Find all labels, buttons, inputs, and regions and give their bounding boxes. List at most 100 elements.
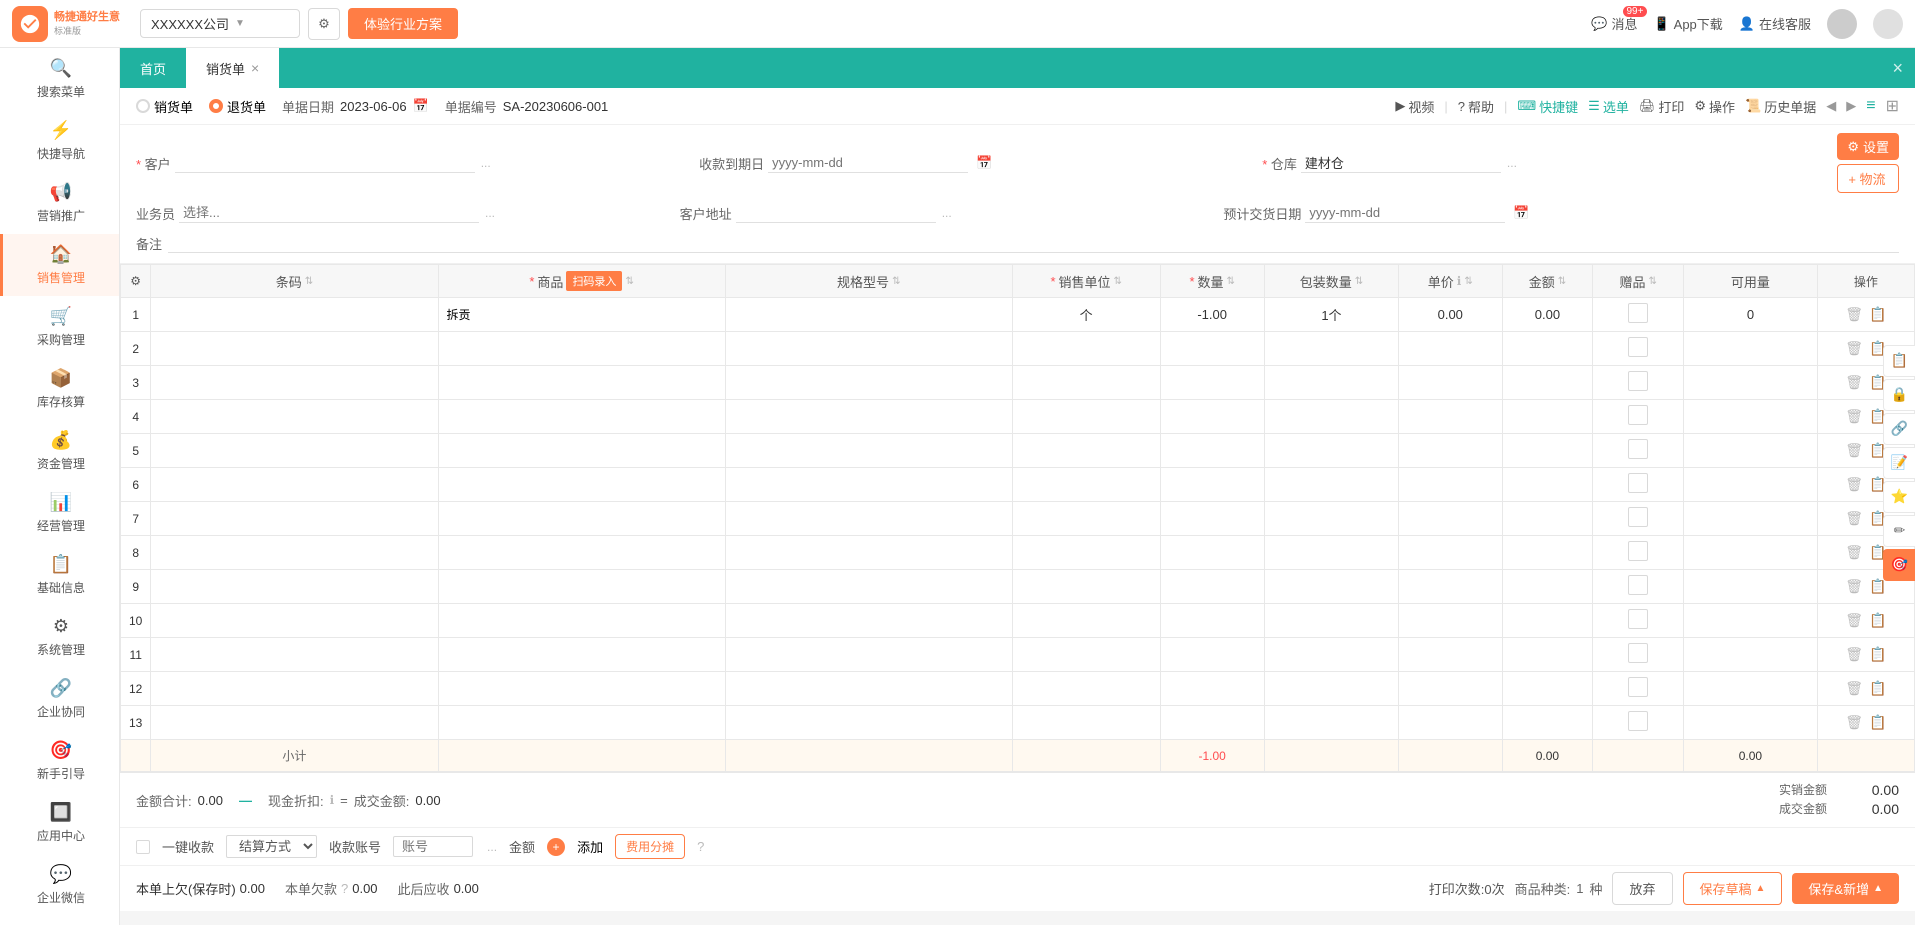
spec-input[interactable]: [734, 444, 1004, 458]
product-input[interactable]: [447, 682, 717, 696]
cell-barcode[interactable]: [151, 536, 438, 570]
grid-view-icon[interactable]: ⊞: [1886, 96, 1899, 116]
cell-spec[interactable]: [725, 672, 1012, 706]
account-dots[interactable]: ...: [487, 840, 497, 854]
cell-quantity[interactable]: [1160, 638, 1264, 672]
cell-spec[interactable]: [725, 502, 1012, 536]
delete-icon[interactable]: 🗑: [1845, 340, 1863, 357]
barcode-input[interactable]: [159, 444, 429, 458]
cell-product[interactable]: [438, 706, 725, 740]
warehouse-input[interactable]: [1301, 153, 1501, 173]
cell-barcode[interactable]: [151, 434, 438, 468]
cell-amount[interactable]: [1502, 672, 1593, 706]
delete-icon[interactable]: 🗑: [1845, 442, 1863, 459]
scan-btn[interactable]: 扫码录入: [566, 271, 622, 291]
gift-checkbox[interactable]: [1628, 337, 1648, 357]
tab-close-all-icon[interactable]: ×: [1892, 58, 1903, 79]
cell-amount[interactable]: [1502, 332, 1593, 366]
online-service-btn[interactable]: 👤 在线客服: [1739, 14, 1811, 33]
cell-amount[interactable]: [1502, 536, 1593, 570]
cell-gift[interactable]: [1593, 332, 1684, 366]
cell-unit[interactable]: [1012, 502, 1160, 536]
radio-return-order[interactable]: 退货单: [209, 97, 266, 116]
delete-icon[interactable]: 🗑: [1845, 646, 1863, 663]
expense-question-icon[interactable]: ?: [697, 839, 704, 854]
cell-product[interactable]: [438, 434, 725, 468]
copy-icon[interactable]: 📋: [1869, 714, 1886, 731]
gift-checkbox[interactable]: [1628, 711, 1648, 731]
cell-unit[interactable]: [1012, 332, 1160, 366]
salesperson-input[interactable]: [179, 203, 479, 223]
barcode-input[interactable]: [159, 308, 429, 322]
barcode-input[interactable]: [159, 614, 429, 628]
cell-quantity[interactable]: [1160, 400, 1264, 434]
cell-spec[interactable]: [725, 400, 1012, 434]
copy-icon[interactable]: 📋: [1869, 646, 1886, 663]
cell-unit[interactable]: [1012, 672, 1160, 706]
cell-barcode[interactable]: [151, 366, 438, 400]
cell-pack-qty[interactable]: [1264, 706, 1398, 740]
product-input[interactable]: [447, 614, 717, 628]
delete-icon[interactable]: 🗑: [1845, 306, 1863, 323]
barcode-input[interactable]: [159, 716, 429, 730]
delete-icon[interactable]: 🗑: [1845, 714, 1863, 731]
cell-unit[interactable]: [1012, 366, 1160, 400]
product-input[interactable]: [447, 342, 717, 356]
tab-home[interactable]: 首页: [120, 48, 186, 88]
cell-barcode[interactable]: [151, 604, 438, 638]
sidebar-item-wechat[interactable]: 💬 企业微信: [0, 854, 119, 916]
gift-checkbox[interactable]: [1628, 677, 1648, 697]
barcode-input[interactable]: [159, 410, 429, 424]
barcode-input[interactable]: [159, 682, 429, 696]
gift-checkbox[interactable]: [1628, 643, 1648, 663]
toolbar-select-btn[interactable]: ☰ 选单: [1588, 97, 1629, 116]
cell-product[interactable]: [438, 366, 725, 400]
cell-unit-price[interactable]: [1399, 672, 1502, 706]
date-calendar-icon[interactable]: 📅: [413, 98, 429, 114]
sort-spec-icon[interactable]: ⇅: [892, 276, 900, 287]
cell-gift[interactable]: [1593, 400, 1684, 434]
cell-quantity[interactable]: [1160, 536, 1264, 570]
cell-product[interactable]: [438, 536, 725, 570]
sidebar-item-member[interactable]: 👑 畅会员: [0, 916, 119, 925]
delete-icon[interactable]: 🗑: [1845, 510, 1863, 527]
spec-input[interactable]: [734, 410, 1004, 424]
cell-unit[interactable]: [1012, 604, 1160, 638]
cell-amount[interactable]: [1502, 570, 1593, 604]
cell-barcode[interactable]: [151, 468, 438, 502]
cell-pack-qty[interactable]: [1264, 400, 1398, 434]
cell-unit-price[interactable]: [1399, 400, 1502, 434]
cell-product[interactable]: [438, 502, 725, 536]
cell-unit-price[interactable]: [1399, 570, 1502, 604]
cell-amount[interactable]: [1502, 468, 1593, 502]
toolbar-video-btn[interactable]: ▶ 视频: [1395, 97, 1434, 116]
cell-unit[interactable]: 个: [1012, 298, 1160, 332]
cell-quantity[interactable]: -1.00: [1160, 298, 1264, 332]
sidebar-item-finance[interactable]: 💰 资金管理: [0, 420, 119, 482]
note-input[interactable]: [168, 233, 1899, 253]
cell-spec[interactable]: [725, 604, 1012, 638]
rfloat-btn-2[interactable]: 🔒: [1883, 379, 1915, 411]
cell-spec[interactable]: [725, 298, 1012, 332]
toolbar-shortcut-btn[interactable]: ⌨ 快捷键: [1517, 97, 1578, 116]
cell-unit-price[interactable]: [1399, 332, 1502, 366]
cell-unit[interactable]: [1012, 638, 1160, 672]
product-input[interactable]: [447, 478, 717, 492]
cell-quantity[interactable]: [1160, 468, 1264, 502]
app-download-btn[interactable]: 📱 App下载: [1653, 14, 1722, 33]
delete-icon[interactable]: 🗑: [1845, 578, 1863, 595]
cell-spec[interactable]: [725, 570, 1012, 604]
doc-num-value[interactable]: SA-20230606-001: [503, 99, 609, 114]
cell-barcode[interactable]: [151, 298, 438, 332]
unit-price-info-icon[interactable]: ℹ: [1457, 274, 1462, 288]
gift-checkbox[interactable]: [1628, 575, 1648, 595]
barcode-input[interactable]: [159, 546, 429, 560]
cell-amount[interactable]: [1502, 706, 1593, 740]
cell-pack-qty[interactable]: [1264, 604, 1398, 638]
cell-product[interactable]: [438, 468, 725, 502]
rfloat-btn-6[interactable]: ✏: [1883, 515, 1915, 547]
spec-input[interactable]: [734, 478, 1004, 492]
tab-close-icon[interactable]: ×: [251, 60, 259, 76]
customer-addr-dots[interactable]: ...: [942, 206, 952, 220]
cell-gift[interactable]: [1593, 706, 1684, 740]
